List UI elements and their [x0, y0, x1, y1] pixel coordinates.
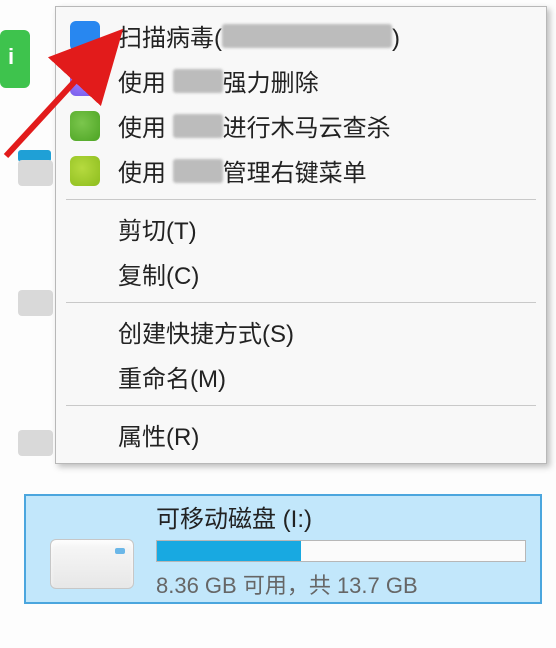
menu-label: 使用 强力删除: [118, 63, 319, 98]
menu-item-copy[interactable]: 复制(C): [56, 251, 546, 296]
masked-text: [173, 69, 223, 93]
sphere-icon: [70, 111, 100, 141]
capacity-bar: [156, 540, 526, 562]
sphere-icon: [70, 66, 100, 96]
menu-label: 重命名(M): [118, 359, 226, 394]
masked-text: [173, 114, 223, 138]
drive-icon: [42, 509, 142, 589]
bg-drive-icon-2: [18, 290, 53, 316]
menu-label: 属性(R): [118, 417, 199, 452]
menu-item-force-delete[interactable]: 使用 强力删除: [56, 58, 546, 103]
shield-icon: [70, 21, 100, 51]
menu-label: 复制(C): [118, 256, 199, 291]
masked-text: [173, 159, 223, 183]
menu-item-rename[interactable]: 重命名(M): [56, 354, 546, 399]
menu-label: 使用 进行木马云查杀: [118, 108, 391, 143]
bg-drive-icon-1: [18, 160, 53, 186]
masked-text: [222, 24, 392, 48]
menu-label: 剪切(T): [118, 211, 197, 246]
menu-separator: [66, 199, 536, 200]
menu-item-cut[interactable]: 剪切(T): [56, 206, 546, 251]
bg-sidebar-tile: [0, 30, 30, 88]
drive-title: 可移动磁盘 (I:): [156, 499, 530, 534]
menu-item-properties[interactable]: 属性(R): [56, 412, 546, 457]
bg-letter: i: [8, 44, 14, 70]
menu-separator: [66, 302, 536, 303]
menu-item-create-shortcut[interactable]: 创建快捷方式(S): [56, 309, 546, 354]
menu-separator: [66, 405, 536, 406]
capacity-fill: [157, 541, 301, 561]
menu-label: 扫描病毒(): [118, 18, 400, 53]
drive-row-removable[interactable]: 可移动磁盘 (I:) 8.36 GB 可用，共 13.7 GB: [24, 494, 542, 604]
menu-item-scan-virus[interactable]: 扫描病毒(): [56, 13, 546, 58]
menu-item-manage-context-menu[interactable]: 使用 管理右键菜单: [56, 148, 546, 193]
screenshot-stage: i 扫描病毒() 使用 强力删除 使用 进行木马云查杀 使用 管: [0, 0, 556, 648]
context-menu: 扫描病毒() 使用 强力删除 使用 进行木马云查杀 使用 管理右键菜单 剪切(T…: [55, 6, 547, 464]
menu-item-trojan-cloud-scan[interactable]: 使用 进行木马云查杀: [56, 103, 546, 148]
menu-label: 创建快捷方式(S): [118, 314, 294, 349]
sphere-icon: [70, 156, 100, 186]
bg-drive-icon-3: [18, 430, 53, 456]
menu-label: 使用 管理右键菜单: [118, 153, 367, 188]
capacity-text: 8.36 GB 可用，共 13.7 GB: [156, 568, 530, 600]
drive-info: 可移动磁盘 (I:) 8.36 GB 可用，共 13.7 GB: [156, 499, 530, 600]
